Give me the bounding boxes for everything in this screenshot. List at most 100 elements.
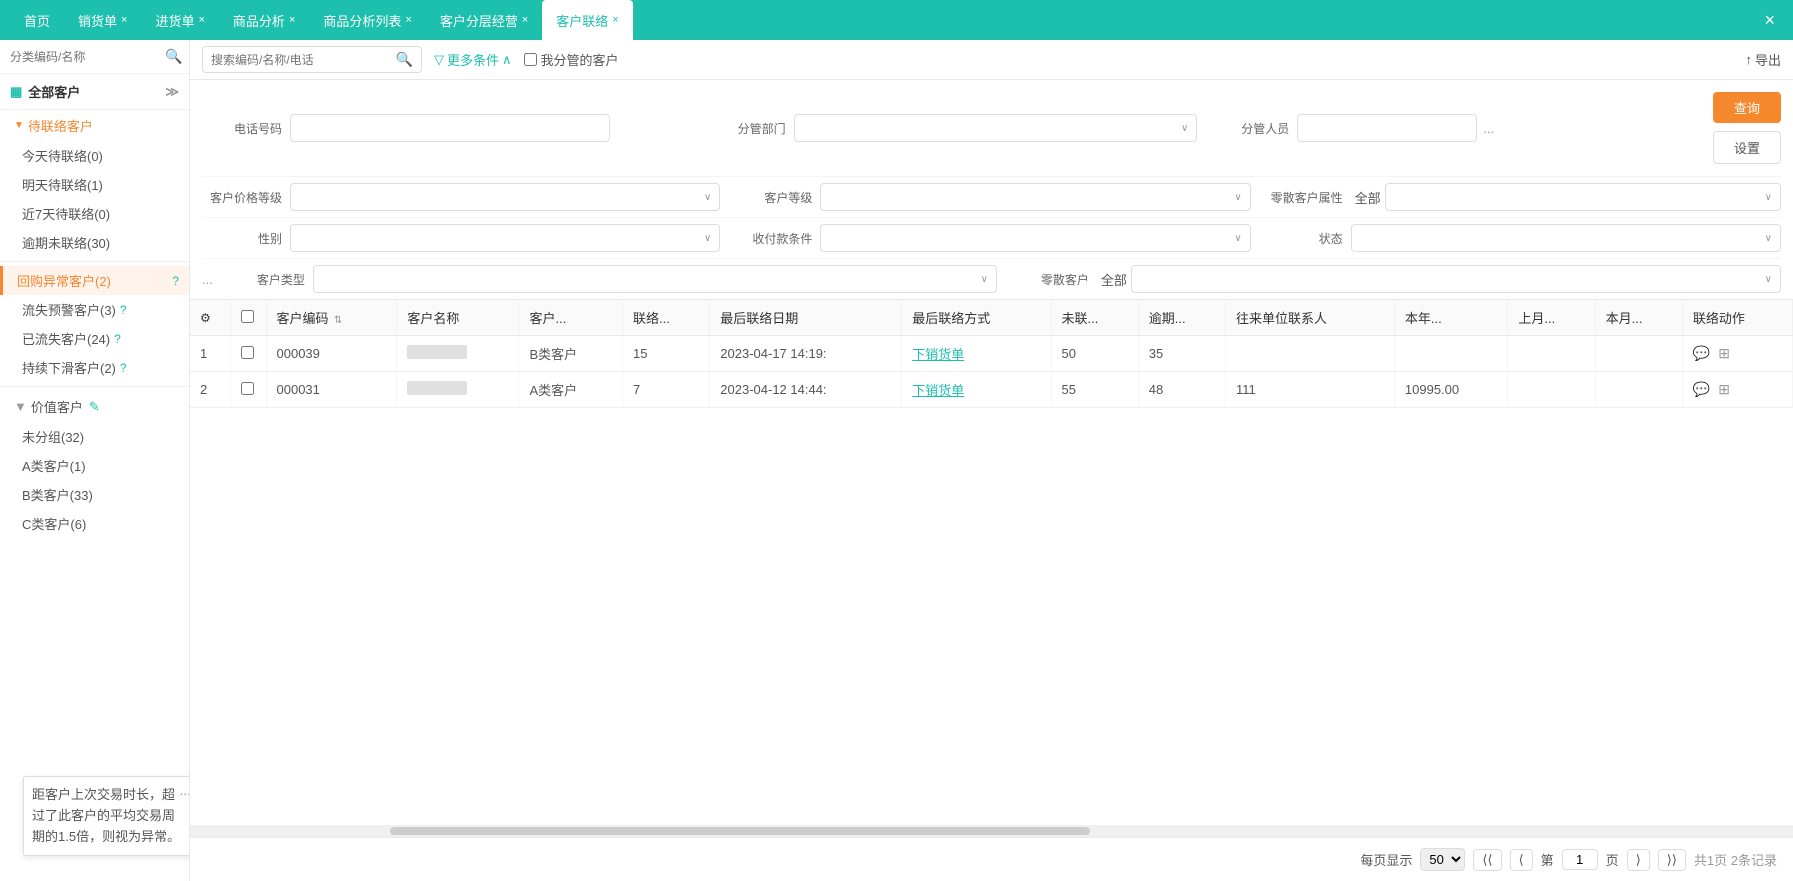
- row2-customer-type: A类客户: [529, 383, 577, 398]
- sidebar-item-today[interactable]: 今天待联络(0): [0, 141, 189, 170]
- nav-home-label: 首页: [24, 11, 50, 30]
- row2-checkbox[interactable]: [241, 382, 254, 395]
- customer-type-select[interactable]: ∨: [313, 265, 997, 293]
- nav-product-list[interactable]: 商品分析列表 ×: [309, 0, 425, 40]
- gender-arrow-icon: ∨: [704, 233, 711, 244]
- select-all-checkbox[interactable]: [241, 310, 254, 323]
- sidebar-item-lost-preview[interactable]: 流失预警客户(3) ?: [0, 295, 189, 324]
- sidebar-item-overdue[interactable]: 逾期未联络(30): [0, 228, 189, 257]
- nav-product-analysis[interactable]: 商品分析 ×: [219, 0, 309, 40]
- nav-sales-label: 销货单: [78, 11, 117, 30]
- prev-page-button[interactable]: ⟨: [1510, 849, 1533, 871]
- row2-chat-icon[interactable]: 💬: [1693, 381, 1710, 398]
- retail-attr-select[interactable]: ∨: [1385, 183, 1781, 211]
- th-code-label: 客户编码: [277, 311, 329, 326]
- nav-product-analysis-close[interactable]: ×: [289, 14, 295, 26]
- sidebar-search-input[interactable]: [10, 50, 165, 64]
- row1-last-contact-method[interactable]: 下销货单: [912, 347, 964, 362]
- sidebar-item-b-class[interactable]: B类客户(33): [0, 480, 189, 509]
- already-lost-help-icon[interactable]: ?: [114, 332, 121, 346]
- close-all-button[interactable]: ×: [1756, 10, 1783, 31]
- row1-chat-icon[interactable]: 💬: [1693, 345, 1710, 362]
- gender-select[interactable]: ∨: [290, 224, 720, 252]
- sidebar-item-already-lost[interactable]: 已流失客户(24) ?: [0, 324, 189, 353]
- export-button[interactable]: ↑ 导出: [1745, 50, 1781, 69]
- filter-customer-level-field: 客户等级 ∨: [732, 183, 1250, 211]
- customer-level-label: 客户等级: [732, 189, 812, 206]
- branch-dept-select[interactable]: ∨: [794, 114, 1198, 142]
- sidebar-value-group[interactable]: ▼ 价值客户 ✎: [0, 391, 189, 422]
- customer-level-select[interactable]: ∨: [820, 183, 1250, 211]
- row1-qr-icon[interactable]: ⊞: [1718, 345, 1730, 362]
- table-row: 1 000039 B类客户: [190, 336, 1793, 372]
- grid-icon: ▦: [10, 84, 22, 100]
- th-last-month: 上月...: [1508, 300, 1595, 336]
- value-edit-icon[interactable]: ✎: [89, 399, 100, 415]
- nav-sales-close[interactable]: ×: [121, 14, 127, 26]
- nav-customer-tier[interactable]: 客户分层经营 ×: [426, 0, 542, 40]
- sidebar-item-a-class[interactable]: A类客户(1): [0, 451, 189, 480]
- sidebar-item-unclassified[interactable]: 未分组(32): [0, 422, 189, 451]
- per-page-label: 每页显示: [1360, 850, 1412, 869]
- lost-preview-label: 流失预警客户(3): [22, 300, 116, 319]
- tooltip-close-icon[interactable]: ...: [179, 779, 190, 801]
- nav-purchase-close[interactable]: ×: [198, 14, 204, 26]
- row1-unread: 50: [1062, 346, 1076, 361]
- first-page-button[interactable]: ⟨⟨: [1473, 849, 1501, 871]
- lost-preview-help-icon[interactable]: ?: [120, 303, 127, 317]
- phone-label: 电话号码: [202, 120, 282, 137]
- more-conditions-button[interactable]: ▽ 更多条件 ∧: [434, 50, 512, 69]
- sidebar-item-declining[interactable]: 持续下滑客户(2) ?: [0, 353, 189, 382]
- a-class-label: A类客户(1): [22, 456, 86, 475]
- nav-purchase[interactable]: 进货单 ×: [141, 0, 218, 40]
- declining-help-icon[interactable]: ?: [120, 361, 127, 375]
- price-level-select[interactable]: ∨: [290, 183, 720, 211]
- nav-customer-contact[interactable]: 客户联络 ×: [542, 0, 632, 40]
- search-bar-icon[interactable]: 🔍: [396, 51, 413, 68]
- branch-person-input[interactable]: [1297, 114, 1477, 142]
- row2-last-contact-method[interactable]: 下销货单: [912, 383, 964, 398]
- nav-product-list-close[interactable]: ×: [405, 14, 411, 26]
- horizontal-scrollbar[interactable]: [190, 825, 1793, 837]
- row1-checkbox[interactable]: [241, 346, 254, 359]
- nav-customer-tier-close[interactable]: ×: [522, 14, 528, 26]
- td-last-contact-date-1: 2023-04-17 14:19:: [710, 336, 902, 372]
- payment-terms-arrow-icon: ∨: [1234, 233, 1241, 244]
- td-last-contact-date-2: 2023-04-12 14:44:: [710, 372, 902, 408]
- retail-customer-select[interactable]: ∨: [1131, 265, 1781, 293]
- next-page-button[interactable]: ⟩: [1627, 849, 1650, 871]
- collapse-icon[interactable]: ≫: [165, 84, 179, 100]
- pending-group-label: 待联络客户: [28, 116, 93, 135]
- nav-home[interactable]: 首页: [10, 0, 64, 40]
- status-select[interactable]: ∨: [1351, 224, 1781, 252]
- sidebar-item-tomorrow[interactable]: 明天待联络(1): [0, 170, 189, 199]
- nav-customer-contact-close[interactable]: ×: [612, 14, 618, 26]
- th-last-contact-date: 最后联络日期: [710, 300, 902, 336]
- row2-qr-icon[interactable]: ⊞: [1718, 381, 1730, 398]
- repurchase-help-icon[interactable]: ?: [172, 274, 179, 288]
- payment-terms-select[interactable]: ∨: [820, 224, 1250, 252]
- td-last-contact-method-1: 下销货单: [902, 336, 1051, 372]
- sidebar-item-7days[interactable]: 近7天待联络(0): [0, 199, 189, 228]
- query-button[interactable]: 查询: [1713, 92, 1781, 123]
- customer-type-arrow-icon: ∨: [981, 274, 988, 285]
- sidebar-item-repurchase-abnormal[interactable]: 回购异常客户(2) ?: [0, 266, 189, 295]
- row1-overdue: 35: [1149, 346, 1163, 361]
- settings-button[interactable]: 设置: [1713, 131, 1781, 164]
- per-page-select[interactable]: 50: [1420, 848, 1465, 871]
- nav-sales[interactable]: 销货单 ×: [64, 0, 141, 40]
- branch-person-more-icon[interactable]: ...: [1483, 121, 1494, 136]
- phone-input[interactable]: [290, 114, 610, 142]
- th-code[interactable]: 客户编码 ⇅: [266, 300, 397, 336]
- search-input[interactable]: [211, 53, 396, 67]
- scroll-thumb[interactable]: [390, 827, 1090, 835]
- tooltip-box: 距客户上次交易时长，超过了此客户的平均交易周期的1.5倍，则视为异常。 ...: [23, 776, 190, 856]
- th-settings[interactable]: ⚙: [190, 300, 230, 336]
- sidebar-item-c-class[interactable]: C类客户(6): [0, 509, 189, 538]
- last-page-button[interactable]: ⟩⟩: [1658, 849, 1686, 871]
- c-class-label: C类客户(6): [22, 514, 86, 533]
- page-number-input[interactable]: [1562, 849, 1598, 870]
- sidebar-pending-group[interactable]: ▼ 待联络客户: [0, 110, 189, 141]
- sidebar-search-icon[interactable]: 🔍: [165, 48, 182, 65]
- my-customers-checkbox[interactable]: [524, 53, 537, 66]
